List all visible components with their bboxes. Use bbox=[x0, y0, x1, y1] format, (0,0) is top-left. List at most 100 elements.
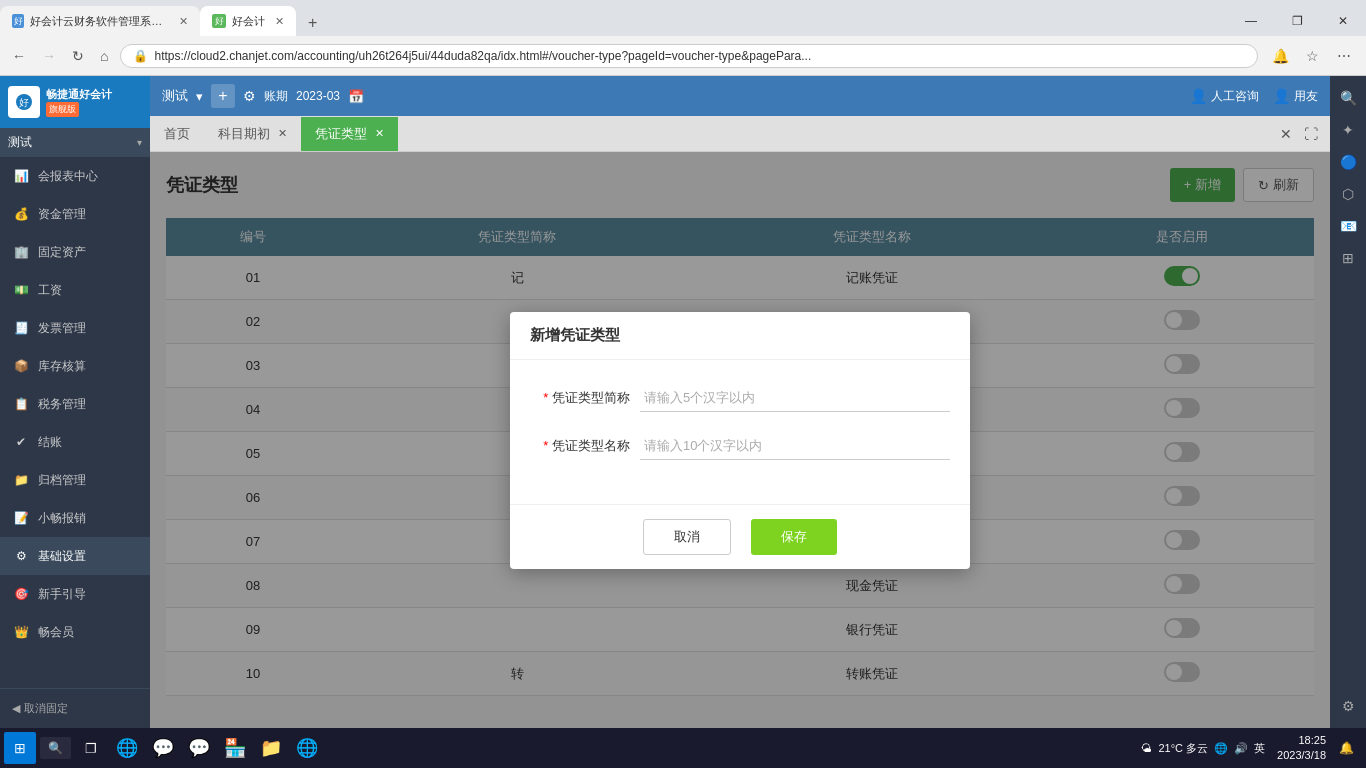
maximize-button[interactable]: ❐ bbox=[1274, 6, 1320, 36]
close-button[interactable]: ✕ bbox=[1320, 6, 1366, 36]
sidebar-item-reports[interactable]: 📊 会报表中心 bbox=[0, 157, 150, 195]
taskbar-task-view[interactable]: ❐ bbox=[75, 732, 107, 764]
sidebar-item-assets[interactable]: 🏢 固定资产 bbox=[0, 233, 150, 271]
taskbar-browser-icon[interactable]: 🌐 bbox=[111, 732, 143, 764]
taskbar-store-icon[interactable]: 💬 bbox=[147, 732, 179, 764]
save-button[interactable]: 保存 bbox=[751, 519, 837, 555]
taskbar-folder-icon[interactable]: 📁 bbox=[255, 732, 287, 764]
taskbar-clock: 18:25 2023/3/18 bbox=[1277, 733, 1326, 764]
dropdown-arrow-icon: ▾ bbox=[196, 89, 203, 104]
abbr-input[interactable] bbox=[640, 384, 950, 412]
subjects-tab-label: 科目期初 bbox=[218, 125, 270, 143]
forward-button[interactable]: → bbox=[38, 44, 60, 68]
cancel-button[interactable]: 取消 bbox=[643, 519, 731, 555]
start-icon: ⊞ bbox=[14, 740, 26, 756]
weather-icon: 🌤 bbox=[1141, 742, 1152, 754]
page-tab-subjects[interactable]: 科目期初 ✕ bbox=[204, 117, 301, 151]
add-button[interactable]: + bbox=[211, 84, 235, 108]
sidebar-item-inventory[interactable]: 📦 库存核算 bbox=[0, 347, 150, 385]
subjects-tab-close-icon[interactable]: ✕ bbox=[278, 127, 287, 140]
tab-close-2[interactable]: ✕ bbox=[275, 15, 284, 28]
sidebar-item-salary[interactable]: 💵 工资 bbox=[0, 271, 150, 309]
sidebar-item-archive[interactable]: 📁 归档管理 bbox=[0, 461, 150, 499]
expand-panel-button[interactable]: ⛶ bbox=[1300, 124, 1322, 144]
name-label: * 凭证类型名称 bbox=[530, 437, 630, 455]
browser-tab-2[interactable]: 好 好会计 ✕ bbox=[200, 6, 296, 36]
taskbar-apps-icon[interactable]: 🏪 bbox=[219, 732, 251, 764]
right-panel-btn-star[interactable]: ✦ bbox=[1334, 116, 1362, 144]
sidebar-item-guide[interactable]: 🎯 新手引导 bbox=[0, 575, 150, 613]
right-panel-btn-grid[interactable]: ⊞ bbox=[1334, 244, 1362, 272]
tab-nav-buttons: ✕ ⛶ bbox=[1276, 124, 1330, 144]
sidebar-logo: 好 畅捷通好会计 旗舰版 bbox=[0, 76, 150, 128]
user-button[interactable]: 👤 用友 bbox=[1273, 88, 1318, 105]
page-tab-nav: 首页 科目期初 ✕ 凭证类型 ✕ ✕ ⛶ bbox=[150, 116, 1330, 152]
taskbar-start-button[interactable]: ⊞ bbox=[4, 732, 36, 764]
browser-icon: 🌐 bbox=[116, 737, 138, 759]
modal-overlay[interactable]: 新增凭证类型 * 凭证类型简称 * bbox=[150, 152, 1330, 728]
calendar-icon[interactable]: 📅 bbox=[348, 89, 364, 104]
collapse-icon: ◀ bbox=[12, 702, 20, 715]
extensions-button[interactable]: 🔔 bbox=[1266, 42, 1294, 70]
abbr-form-row: * 凭证类型简称 bbox=[530, 384, 950, 412]
sidebar-collapse-button[interactable]: ◀ 取消固定 bbox=[8, 697, 142, 720]
sidebar-org[interactable]: 测试 ▾ bbox=[0, 128, 150, 157]
notification-button[interactable]: 🔔 bbox=[1330, 732, 1362, 764]
taskbar: ⊞ 🔍 ❐ 🌐 💬 💬 🏪 📁 🌐 🌤 21°C 多云 🌐 🔊 英 18:25 … bbox=[0, 728, 1366, 768]
sidebar-item-expense[interactable]: 📝 小畅报销 bbox=[0, 499, 150, 537]
sidebar-item-invoice[interactable]: 🧾 发票管理 bbox=[0, 309, 150, 347]
right-panel-btn-gear[interactable]: ⚙ bbox=[1334, 692, 1362, 720]
sidebar-item-tax[interactable]: 📋 税务管理 bbox=[0, 385, 150, 423]
search-icon: 🔍 bbox=[48, 741, 63, 755]
notification-icon: 🔔 bbox=[1339, 741, 1354, 755]
tab-add-button[interactable]: + bbox=[300, 10, 325, 36]
more-button[interactable]: ⋯ bbox=[1330, 42, 1358, 70]
member-icon: 👑 bbox=[12, 623, 30, 641]
sidebar-item-settings[interactable]: ⚙ 基础设置 bbox=[0, 537, 150, 575]
sidebar-label-expense: 小畅报销 bbox=[38, 510, 86, 527]
main-area: 测试 ▾ + ⚙ 账期 2023-03 📅 👤 人工咨询 👤 用友 首页 bbox=[150, 76, 1330, 728]
weather-temp: 21°C 多云 bbox=[1158, 741, 1208, 756]
store-icon: 💬 bbox=[152, 737, 174, 759]
url-input[interactable]: 🔒 https://cloud2.chanjet.com/accounting/… bbox=[120, 44, 1258, 68]
close-tab-panel-button[interactable]: ✕ bbox=[1276, 124, 1296, 144]
star-button[interactable]: ☆ bbox=[1298, 42, 1326, 70]
taskbar-search-button[interactable]: 🔍 bbox=[40, 737, 71, 759]
consultation-button[interactable]: 👤 人工咨询 bbox=[1190, 88, 1259, 105]
close-accounts-icon: ✔ bbox=[12, 433, 30, 451]
taskbar-wechat-icon[interactable]: 💬 bbox=[183, 732, 215, 764]
sidebar-item-funds[interactable]: 💰 资金管理 bbox=[0, 195, 150, 233]
abbr-label: * 凭证类型简称 bbox=[530, 389, 630, 407]
invoice-icon: 🧾 bbox=[12, 319, 30, 337]
sidebar: 好 畅捷通好会计 旗舰版 测试 ▾ 📊 会报表中心 💰 资金管理 🏢 固定资产 bbox=[0, 76, 150, 728]
tab-favicon-2: 好 bbox=[212, 14, 226, 28]
app-top-bar: 测试 ▾ + ⚙ 账期 2023-03 📅 👤 人工咨询 👤 用友 bbox=[150, 76, 1330, 116]
page-tab-voucher[interactable]: 凭证类型 ✕ bbox=[301, 117, 398, 151]
logo-icon: 好 bbox=[8, 86, 40, 118]
tax-icon: 📋 bbox=[12, 395, 30, 413]
right-panel-btn-circle[interactable]: 🔵 bbox=[1334, 148, 1362, 176]
clock-date: 2023/3/18 bbox=[1277, 748, 1326, 763]
reload-button[interactable]: ↻ bbox=[68, 44, 88, 68]
right-panel-btn-outlook[interactable]: 📧 bbox=[1334, 212, 1362, 240]
period-label: 账期 bbox=[264, 88, 288, 105]
sidebar-item-close[interactable]: ✔ 结账 bbox=[0, 423, 150, 461]
taskbar-edge-icon[interactable]: 🌐 bbox=[291, 732, 323, 764]
name-required-marker: * bbox=[543, 438, 548, 453]
sidebar-item-member[interactable]: 👑 畅会员 bbox=[0, 613, 150, 651]
name-input[interactable] bbox=[640, 432, 950, 460]
tab-favicon-1: 好 bbox=[12, 14, 24, 28]
right-panel-btn-search[interactable]: 🔍 bbox=[1334, 84, 1362, 112]
tab-close-1[interactable]: ✕ bbox=[179, 15, 188, 28]
back-button[interactable]: ← bbox=[8, 44, 30, 68]
name-label-text: 凭证类型名称 bbox=[552, 438, 630, 453]
home-button[interactable]: ⌂ bbox=[96, 44, 112, 68]
sidebar-label-tax: 税务管理 bbox=[38, 396, 86, 413]
minimize-button[interactable]: — bbox=[1228, 6, 1274, 36]
page-tab-home[interactable]: 首页 bbox=[150, 117, 204, 151]
voucher-tab-close-icon[interactable]: ✕ bbox=[375, 127, 384, 140]
app-container: 好 畅捷通好会计 旗舰版 测试 ▾ 📊 会报表中心 💰 资金管理 🏢 固定资产 bbox=[0, 76, 1366, 728]
browser-tab-1[interactable]: 好 好会计云财务软件管理系统_会计 ✕ bbox=[0, 6, 200, 36]
settings-cog-icon[interactable]: ⚙ bbox=[243, 88, 256, 104]
right-panel-btn-diamond[interactable]: ⬡ bbox=[1334, 180, 1362, 208]
